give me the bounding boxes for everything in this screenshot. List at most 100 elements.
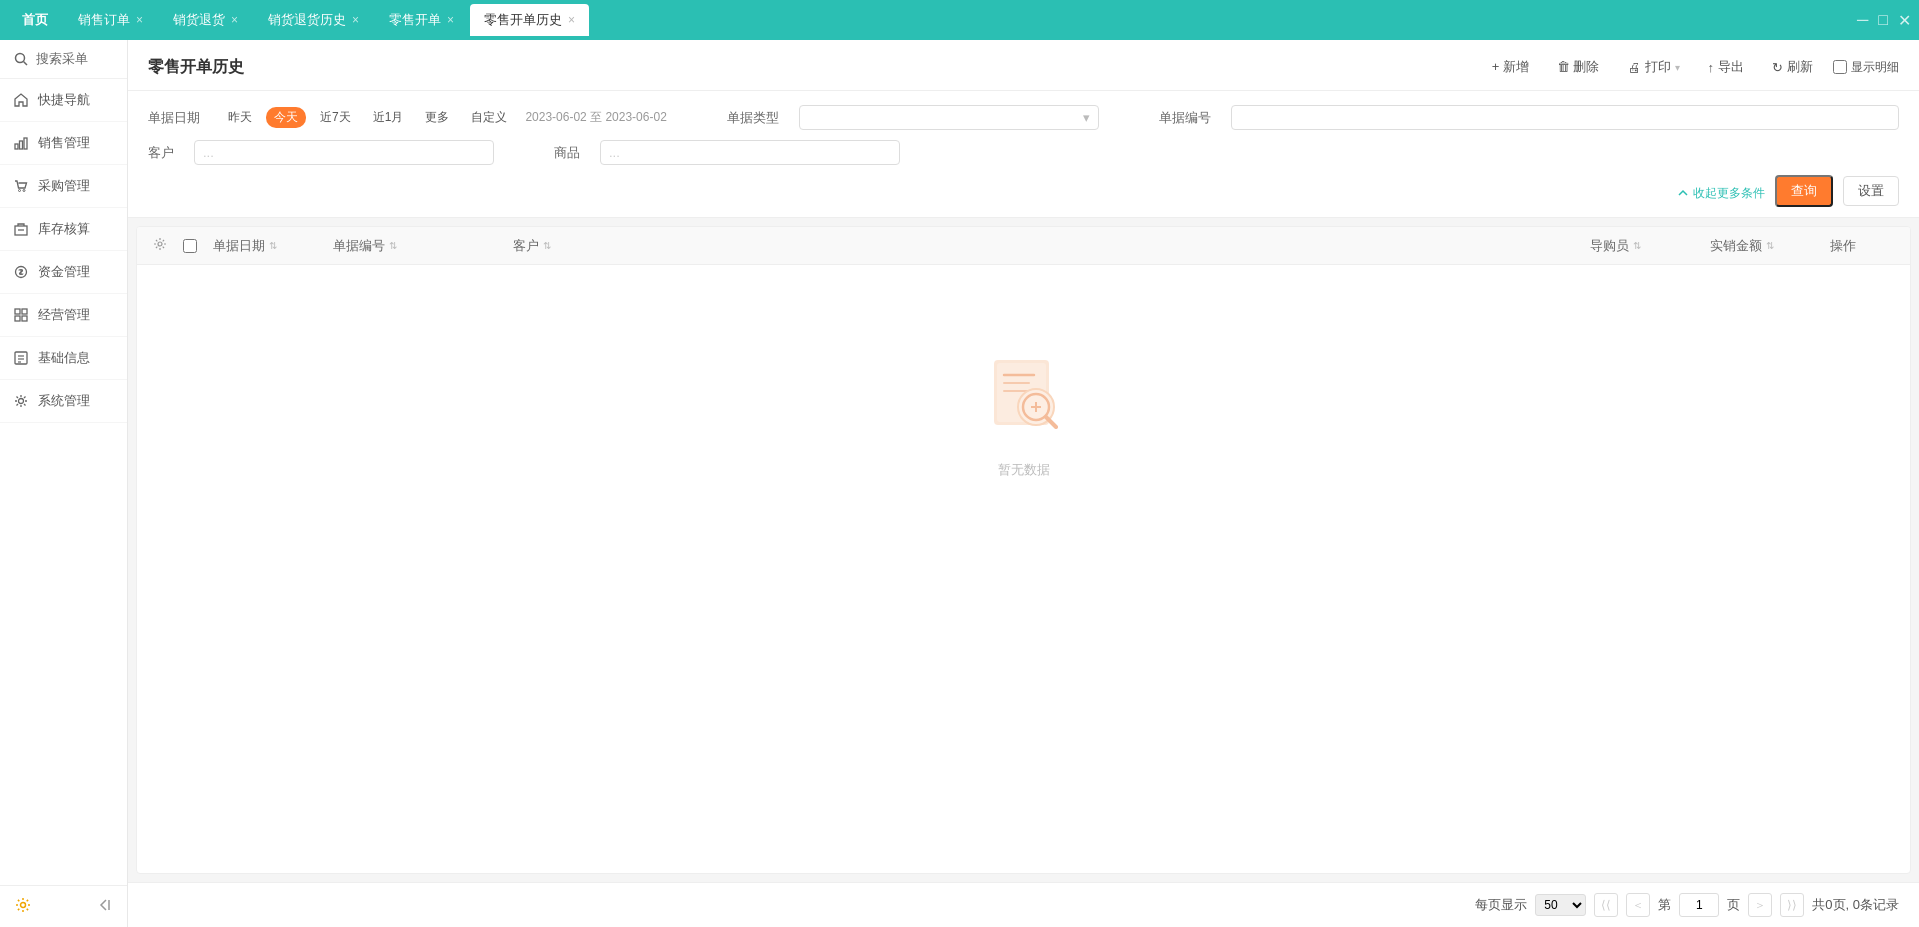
sort-date-icon: ⇅ [269, 240, 277, 251]
window-controls: ─ □ ✕ [1857, 11, 1911, 30]
tab-close-retail-open[interactable]: × [447, 13, 454, 27]
tab-retail-open[interactable]: 零售开单 × [375, 4, 468, 36]
date-btn-today[interactable]: 今天 [266, 107, 306, 128]
sidebar-collapse-btn[interactable] [95, 896, 113, 917]
date-btn-yesterday[interactable]: 昨天 [220, 107, 260, 128]
date-btn-more[interactable]: 更多 [417, 107, 457, 128]
bill-type-select[interactable]: ▾ [799, 105, 1099, 130]
per-page-select[interactable]: 50 100 200 [1535, 894, 1586, 916]
tab-retail-open-history[interactable]: 零售开单历史 × [470, 4, 589, 36]
svg-point-6 [23, 190, 25, 192]
svg-point-19 [21, 903, 26, 908]
sidebar-item-basic-info[interactable]: 基础信息 [0, 337, 127, 380]
sidebar-item-purchase-mgmt[interactable]: 采购管理 [0, 165, 127, 208]
tab-close-sales-return[interactable]: × [231, 13, 238, 27]
svg-point-21 [158, 242, 162, 246]
info-icon [12, 349, 30, 367]
export-button[interactable]: ↑ 导出 [1700, 54, 1753, 80]
page-number-input[interactable] [1679, 893, 1719, 917]
bill-num-input[interactable] [1231, 105, 1899, 130]
sort-guide-icon: ⇅ [1633, 240, 1641, 251]
filter-area: 单据日期 昨天 今天 近7天 近1月 更多 自定义 2023-06-02 至 2… [128, 91, 1919, 218]
svg-rect-2 [15, 144, 18, 149]
page-header: 零售开单历史 + 新增 🗑 删除 🖨 打印 ▾ ↑ 导出 ↻ 刷新 [128, 40, 1919, 91]
home-icon [12, 91, 30, 109]
date-btn-last-month[interactable]: 近1月 [365, 107, 412, 128]
sidebar-settings-btn[interactable] [14, 896, 32, 917]
tab-home[interactable]: 首页 [8, 4, 62, 36]
window-minimize-btn[interactable]: ─ [1857, 11, 1868, 30]
table-settings-icon[interactable] [145, 237, 175, 254]
filter-date-btns: 昨天 今天 近7天 近1月 更多 自定义 2023-06-02 至 2023-0… [220, 107, 667, 128]
bill-num-label: 单据编号 [1159, 109, 1211, 127]
system-icon [12, 392, 30, 410]
svg-rect-11 [22, 309, 27, 314]
page-prev-btn[interactable]: ＜ [1626, 893, 1650, 917]
sidebar-item-inventory[interactable]: 库存核算 [0, 208, 127, 251]
tab-sales-order[interactable]: 销售订单 × [64, 4, 157, 36]
col-amount[interactable]: 实销金额 ⇅ [1702, 237, 1822, 255]
window-close-btn[interactable]: ✕ [1898, 11, 1911, 30]
customer-label: 客户 [148, 144, 174, 162]
page-label: 第 [1658, 896, 1671, 914]
sidebar-item-operations[interactable]: 经营管理 [0, 294, 127, 337]
show-detail-input[interactable] [1833, 60, 1847, 74]
svg-point-5 [19, 190, 21, 192]
table-header: 单据日期 ⇅ 单据编号 ⇅ 客户 ⇅ 导购员 ⇅ 实销金额 ⇅ [137, 227, 1910, 265]
tab-sales-return[interactable]: 销货退货 × [159, 4, 252, 36]
collapse-filter-btn[interactable]: 收起更多条件 [1677, 185, 1765, 202]
tab-close-retail-open-history[interactable]: × [568, 13, 575, 27]
col-guide[interactable]: 导购员 ⇅ [1582, 237, 1702, 255]
date-btn-last7[interactable]: 近7天 [312, 107, 359, 128]
main-content: 零售开单历史 + 新增 🗑 删除 🖨 打印 ▾ ↑ 导出 ↻ 刷新 [128, 40, 1919, 927]
svg-rect-4 [24, 138, 27, 149]
customer-select[interactable]: ... [194, 140, 494, 165]
col-customer[interactable]: 客户 ⇅ [505, 237, 1582, 255]
sidebar-item-finance[interactable]: 资金管理 [0, 251, 127, 294]
add-button[interactable]: + 新增 [1484, 54, 1537, 80]
filter-row-2: 客户 ... 商品 ... [148, 140, 1899, 165]
tab-sales-return-history[interactable]: 销货退货历史 × [254, 4, 373, 36]
toolbar: + 新增 🗑 删除 🖨 打印 ▾ ↑ 导出 ↻ 刷新 显示明细 [1484, 54, 1899, 80]
product-select[interactable]: ... [600, 140, 900, 165]
sort-customer-icon: ⇅ [543, 240, 551, 251]
svg-point-0 [16, 54, 25, 63]
tab-close-sales-order[interactable]: × [136, 13, 143, 27]
svg-point-18 [19, 399, 24, 404]
date-btn-custom[interactable]: 自定义 [463, 107, 515, 128]
search-icon [12, 50, 30, 68]
col-date[interactable]: 单据日期 ⇅ [205, 237, 325, 255]
page-end-label: 页 [1727, 896, 1740, 914]
filter-row-1: 单据日期 昨天 今天 近7天 近1月 更多 自定义 2023-06-02 至 2… [148, 105, 1899, 130]
empty-text: 暂无数据 [998, 461, 1050, 479]
page-last-btn[interactable]: ⟩⟩ [1780, 893, 1804, 917]
col-num[interactable]: 单据编号 ⇅ [325, 237, 505, 255]
show-detail-checkbox[interactable]: 显示明细 [1833, 59, 1899, 76]
chart-icon [12, 134, 30, 152]
query-button[interactable]: 查询 [1775, 175, 1833, 207]
delete-button[interactable]: 🗑 删除 [1549, 54, 1608, 80]
print-button[interactable]: 🖨 打印 ▾ [1620, 54, 1688, 80]
date-range-text: 2023-06-02 至 2023-06-02 [525, 109, 666, 126]
window-maximize-btn[interactable]: □ [1878, 11, 1888, 30]
svg-rect-12 [15, 316, 20, 321]
sidebar-item-system[interactable]: 系统管理 [0, 380, 127, 423]
refresh-button[interactable]: ↻ 刷新 [1764, 54, 1821, 80]
table-area: 单据日期 ⇅ 单据编号 ⇅ 客户 ⇅ 导购员 ⇅ 实销金额 ⇅ [136, 226, 1911, 874]
pagination-bar: 每页显示 50 100 200 ⟨⟨ ＜ 第 页 ＞ ⟩⟩ 共0页, 0条记录 [128, 882, 1919, 927]
tab-close-sales-return-history[interactable]: × [352, 13, 359, 27]
svg-rect-3 [20, 141, 23, 149]
sidebar-item-sales-mgmt[interactable]: 销售管理 [0, 122, 127, 165]
sidebar-search[interactable]: 搜索采单 [0, 40, 127, 79]
date-label: 单据日期 [148, 109, 200, 127]
table-select-all[interactable] [175, 239, 205, 253]
sidebar-item-quick-nav[interactable]: 快捷导航 [0, 79, 127, 122]
page-title: 零售开单历史 [148, 57, 244, 78]
svg-line-1 [24, 62, 28, 66]
page-next-btn[interactable]: ＞ [1748, 893, 1772, 917]
select-all-checkbox[interactable] [183, 239, 197, 253]
page-first-btn[interactable]: ⟨⟨ [1594, 893, 1618, 917]
settings-button[interactable]: 设置 [1843, 176, 1899, 206]
svg-rect-13 [22, 316, 27, 321]
empty-state: 暂无数据 [137, 265, 1910, 559]
